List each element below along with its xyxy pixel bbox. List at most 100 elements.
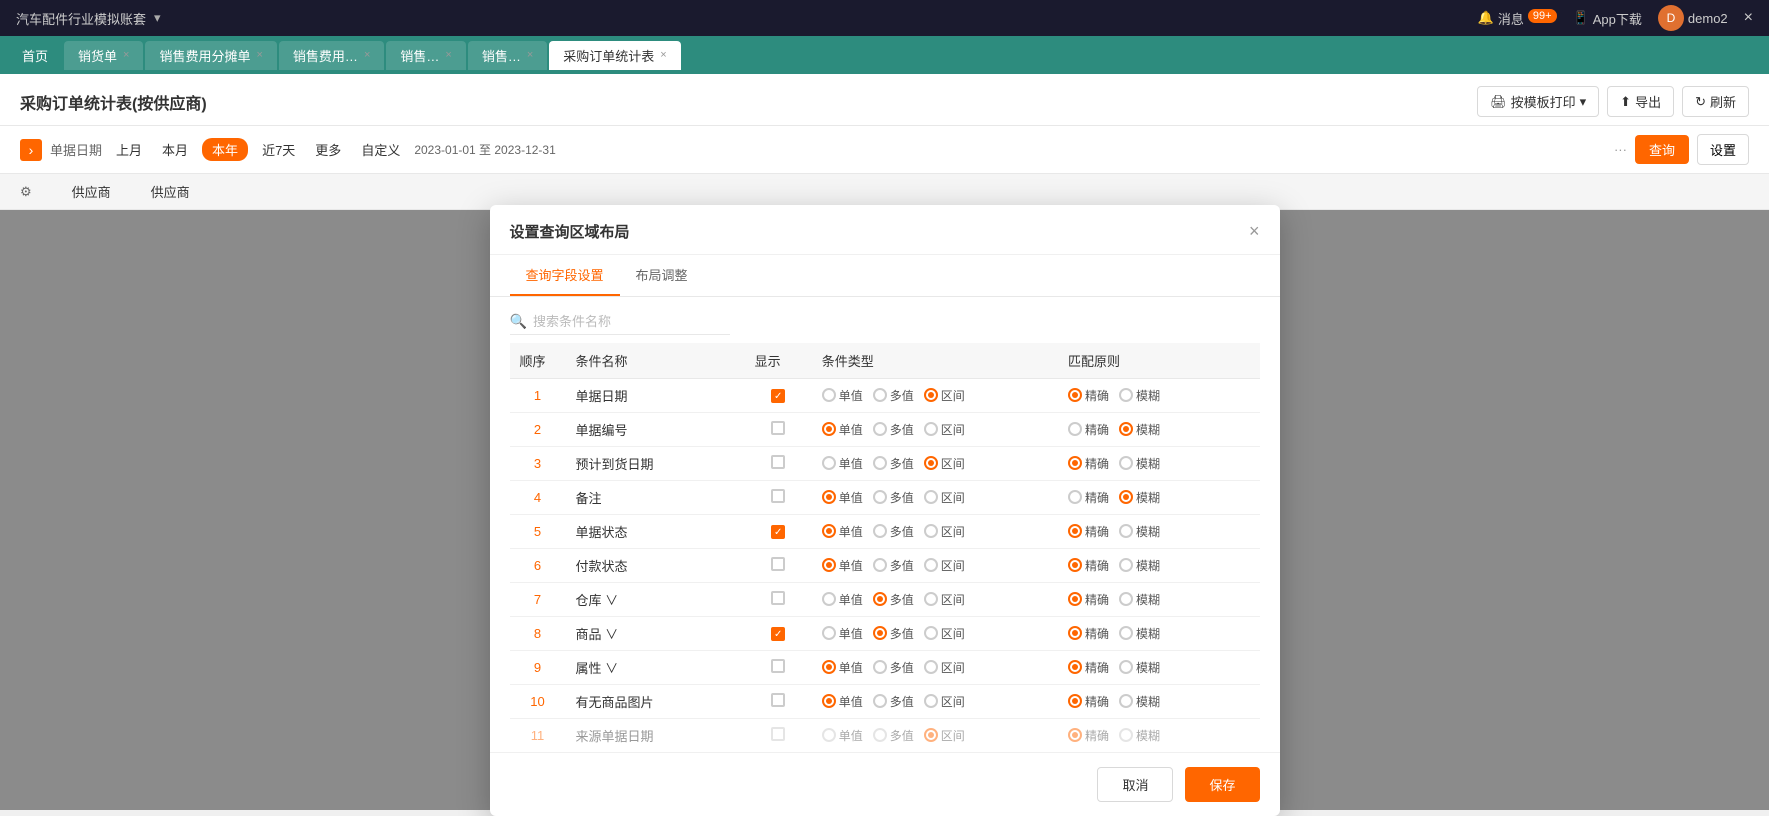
- user-avatar[interactable]: D demo2: [1658, 5, 1728, 31]
- radio-multi[interactable]: 多值: [873, 625, 914, 642]
- radio-fuzzy[interactable]: 模糊: [1119, 659, 1160, 676]
- table-settings-icon[interactable]: ⚙: [20, 184, 32, 200]
- radio-fuzzy[interactable]: 模糊: [1119, 421, 1160, 438]
- row-display[interactable]: [745, 446, 812, 480]
- radio-range[interactable]: 区间: [924, 557, 965, 574]
- radio-range[interactable]: 区间: [924, 523, 965, 540]
- row-display[interactable]: [745, 718, 812, 752]
- modal-tab-fields[interactable]: 查询字段设置: [510, 255, 620, 296]
- tab-close-4[interactable]: ×: [445, 49, 451, 61]
- radio-fuzzy[interactable]: 模糊: [1119, 557, 1160, 574]
- filter-this-year[interactable]: 本年: [202, 138, 248, 161]
- tab-close-sales-expense[interactable]: ×: [256, 49, 262, 61]
- radio-range[interactable]: 区间: [924, 727, 965, 744]
- radio-multi[interactable]: 多值: [873, 693, 914, 710]
- row-display[interactable]: [745, 412, 812, 446]
- radio-exact[interactable]: 精确: [1068, 591, 1109, 608]
- modal-tab-layout[interactable]: 布局调整: [620, 255, 704, 296]
- radio-exact[interactable]: 精确: [1068, 489, 1109, 506]
- filter-this-month[interactable]: 本月: [156, 138, 194, 161]
- tab-sales-expense[interactable]: 销售费用分摊单 ×: [145, 41, 276, 70]
- row-display[interactable]: [745, 684, 812, 718]
- radio-single[interactable]: 单值: [822, 693, 863, 710]
- search-input[interactable]: [533, 314, 713, 329]
- radio-exact[interactable]: 精确: [1068, 455, 1109, 472]
- radio-fuzzy[interactable]: 模糊: [1119, 727, 1160, 744]
- radio-fuzzy[interactable]: 模糊: [1119, 591, 1160, 608]
- radio-single[interactable]: 单值: [822, 489, 863, 506]
- row-display[interactable]: [745, 650, 812, 684]
- dropdown-icon[interactable]: ▾: [154, 10, 161, 26]
- radio-multi[interactable]: 多值: [873, 523, 914, 540]
- filter-custom[interactable]: 自定义: [355, 138, 406, 161]
- modal-close-button[interactable]: ×: [1249, 222, 1260, 240]
- tab-close-3[interactable]: ×: [364, 49, 370, 61]
- tab-5[interactable]: 销售… ×: [468, 41, 547, 70]
- radio-multi[interactable]: 多值: [873, 421, 914, 438]
- radio-multi[interactable]: 多值: [873, 659, 914, 676]
- radio-fuzzy[interactable]: 模糊: [1119, 387, 1160, 404]
- query-button[interactable]: 查询: [1635, 135, 1689, 164]
- radio-range[interactable]: 区间: [924, 387, 965, 404]
- radio-fuzzy[interactable]: 模糊: [1119, 523, 1160, 540]
- row-display[interactable]: ✓: [745, 616, 812, 650]
- filter-last-month[interactable]: 上月: [110, 138, 148, 161]
- tab-close-5[interactable]: ×: [527, 49, 533, 61]
- export-button[interactable]: ⬆ 导出: [1607, 86, 1674, 117]
- radio-range[interactable]: 区间: [924, 421, 965, 438]
- radio-multi[interactable]: 多值: [873, 727, 914, 744]
- radio-single[interactable]: 单值: [822, 727, 863, 744]
- row-display[interactable]: ✓: [745, 514, 812, 548]
- radio-exact[interactable]: 精确: [1068, 625, 1109, 642]
- radio-single[interactable]: 单值: [822, 455, 863, 472]
- radio-range[interactable]: 区间: [924, 455, 965, 472]
- radio-fuzzy[interactable]: 模糊: [1119, 455, 1160, 472]
- cancel-button[interactable]: 取消: [1097, 767, 1173, 802]
- tab-close-purchase[interactable]: ×: [660, 49, 666, 61]
- radio-exact[interactable]: 精确: [1068, 659, 1109, 676]
- row-display[interactable]: [745, 582, 812, 616]
- tab-4[interactable]: 销售… ×: [386, 41, 465, 70]
- radio-fuzzy[interactable]: 模糊: [1119, 489, 1160, 506]
- radio-range[interactable]: 区间: [924, 489, 965, 506]
- radio-multi[interactable]: 多值: [873, 387, 914, 404]
- radio-fuzzy[interactable]: 模糊: [1119, 693, 1160, 710]
- radio-multi[interactable]: 多值: [873, 489, 914, 506]
- filter-more-dots[interactable]: ···: [1614, 142, 1627, 157]
- setting-button[interactable]: 设置: [1697, 134, 1749, 165]
- radio-multi[interactable]: 多值: [873, 591, 914, 608]
- radio-single[interactable]: 单值: [822, 557, 863, 574]
- radio-exact[interactable]: 精确: [1068, 727, 1109, 744]
- save-button[interactable]: 保存: [1185, 767, 1259, 802]
- radio-single[interactable]: 单值: [822, 421, 863, 438]
- tab-home[interactable]: 首页: [8, 41, 62, 70]
- radio-range[interactable]: 区间: [924, 693, 965, 710]
- radio-exact[interactable]: 精确: [1068, 421, 1109, 438]
- refresh-button[interactable]: ↻ 刷新: [1682, 86, 1749, 117]
- radio-multi[interactable]: 多值: [873, 557, 914, 574]
- radio-exact[interactable]: 精确: [1068, 557, 1109, 574]
- radio-single[interactable]: 单值: [822, 659, 863, 676]
- filter-toggle-button[interactable]: ›: [20, 139, 42, 161]
- radio-exact[interactable]: 精确: [1068, 693, 1109, 710]
- radio-fuzzy[interactable]: 模糊: [1119, 625, 1160, 642]
- filter-last-7-days[interactable]: 近7天: [256, 138, 301, 161]
- radio-single[interactable]: 单值: [822, 523, 863, 540]
- radio-multi[interactable]: 多值: [873, 455, 914, 472]
- print-dropdown-icon[interactable]: ▾: [1580, 94, 1587, 110]
- radio-range[interactable]: 区间: [924, 659, 965, 676]
- row-display[interactable]: [745, 548, 812, 582]
- radio-range[interactable]: 区间: [924, 625, 965, 642]
- radio-single[interactable]: 单值: [822, 387, 863, 404]
- row-display[interactable]: ✓: [745, 378, 812, 412]
- notification-btn[interactable]: 🔔 消息 99+: [1478, 9, 1557, 28]
- download-btn[interactable]: 📱 App下载: [1573, 9, 1642, 28]
- tab-sales-order[interactable]: 销货单 ×: [64, 41, 143, 70]
- tab-close-sales-order[interactable]: ×: [123, 49, 129, 61]
- row-display[interactable]: [745, 480, 812, 514]
- radio-single[interactable]: 单值: [822, 591, 863, 608]
- window-close-button[interactable]: ×: [1744, 9, 1753, 27]
- filter-more[interactable]: 更多: [309, 138, 347, 161]
- radio-exact[interactable]: 精确: [1068, 523, 1109, 540]
- radio-exact[interactable]: 精确: [1068, 387, 1109, 404]
